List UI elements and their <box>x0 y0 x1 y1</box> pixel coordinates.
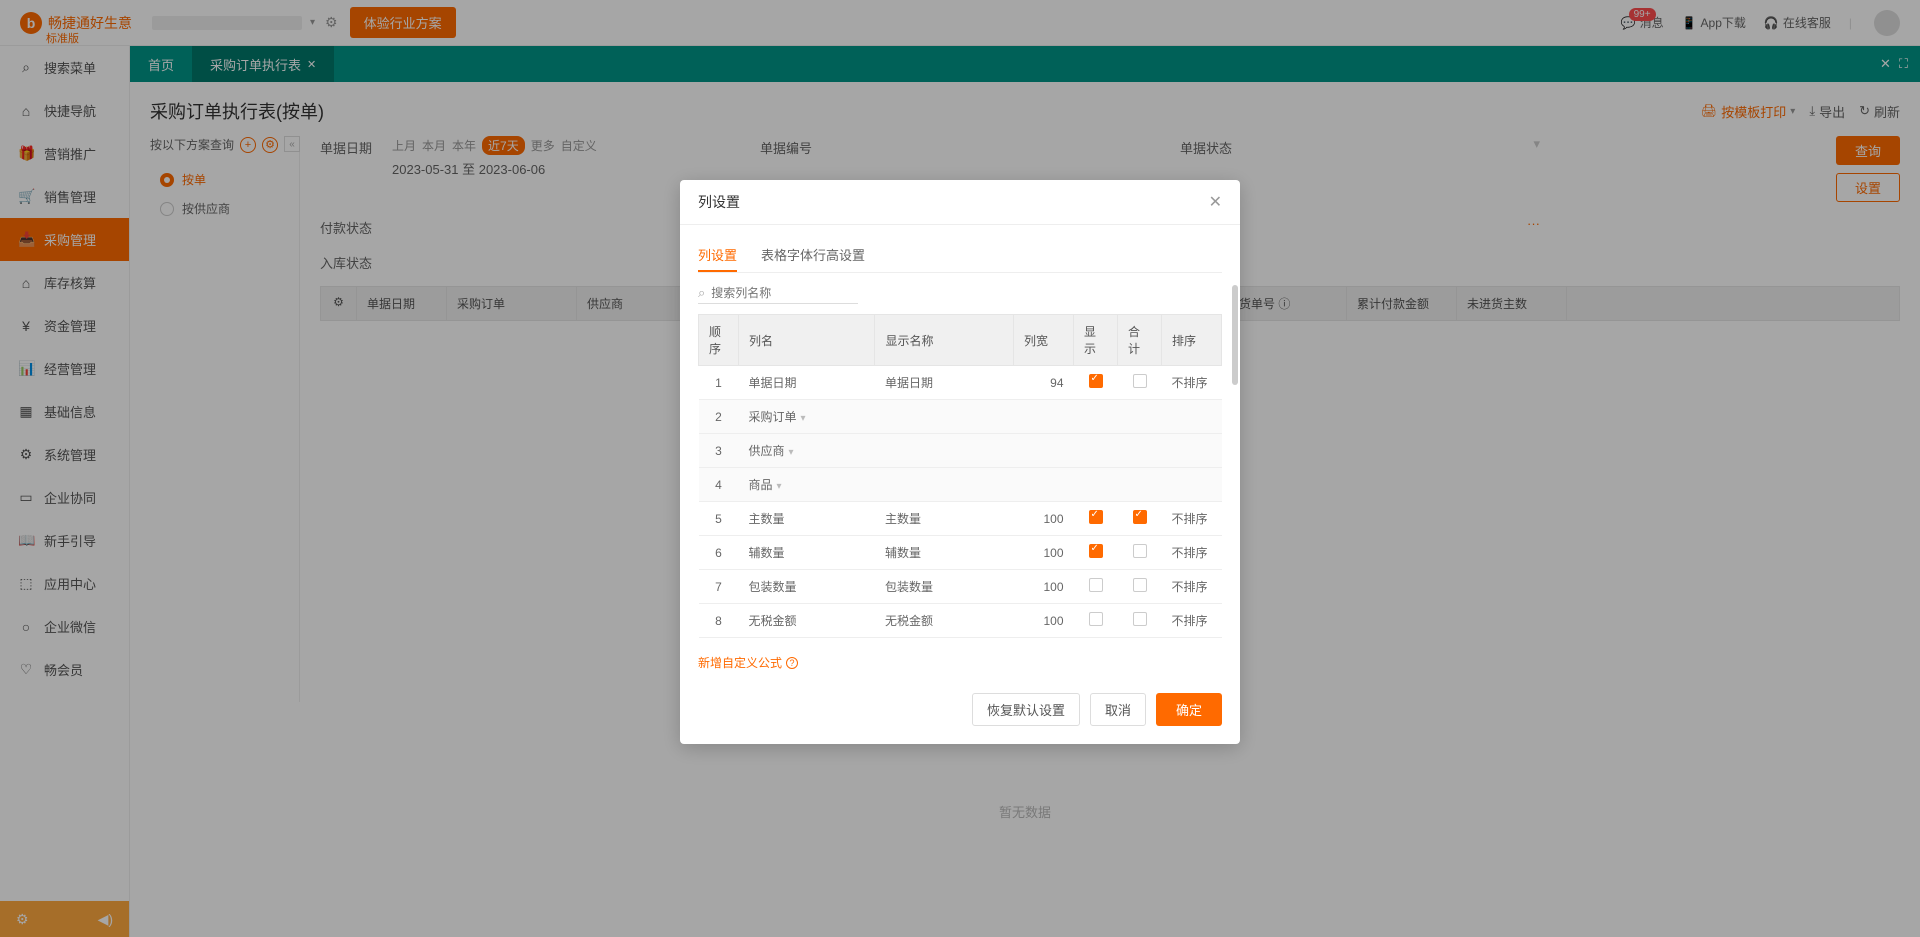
row-display[interactable]: 无税金额 <box>875 604 1014 638</box>
column-search: ⌕ <box>698 285 858 304</box>
row-index: 3 <box>699 434 739 468</box>
row-width[interactable]: 100 <box>1014 570 1074 604</box>
th-name: 列名 <box>739 315 875 366</box>
column-settings-modal: 列设置 ✕ 列设置表格字体行高设置 ⌕ 顺序 列名 显示名称 列宽 显示 合计 <box>680 180 1240 744</box>
th-sum: 合计 <box>1118 315 1162 366</box>
th-sort: 排序 <box>1162 315 1222 366</box>
row-index: 8 <box>699 604 739 638</box>
row-index: 7 <box>699 570 739 604</box>
modal-title: 列设置 <box>698 192 740 212</box>
cancel-button[interactable]: 取消 <box>1090 693 1146 726</box>
row-name[interactable]: 采购订单▾ <box>739 400 1222 434</box>
th-index: 顺序 <box>699 315 739 366</box>
modal-overlay: 列设置 ✕ 列设置表格字体行高设置 ⌕ 顺序 列名 显示名称 列宽 显示 合计 <box>0 0 1920 937</box>
row-sort[interactable]: 不排序 <box>1162 604 1222 638</box>
show-checkbox[interactable] <box>1089 374 1103 388</box>
row-name[interactable]: 供应商▾ <box>739 434 1222 468</box>
row-display[interactable]: 单据日期 <box>875 366 1014 400</box>
info-icon: ? <box>786 657 798 669</box>
column-config-table: 顺序 列名 显示名称 列宽 显示 合计 排序 1 单据日期 单据日期 94 不排… <box>698 314 1222 638</box>
show-checkbox[interactable] <box>1089 578 1103 592</box>
row-width[interactable]: 100 <box>1014 604 1074 638</box>
row-width[interactable]: 100 <box>1014 502 1074 536</box>
modal-tab[interactable]: 列设置 <box>698 239 737 272</box>
row-name: 包装数量 <box>739 570 875 604</box>
show-checkbox[interactable] <box>1089 544 1103 558</box>
row-name: 单据日期 <box>739 366 875 400</box>
row-index: 1 <box>699 366 739 400</box>
row-name: 主数量 <box>739 502 875 536</box>
row-display[interactable]: 主数量 <box>875 502 1014 536</box>
th-width: 列宽 <box>1014 315 1074 366</box>
chevron-down-icon: ▾ <box>801 413 806 424</box>
row-name[interactable]: 商品▾ <box>739 468 1222 502</box>
row-sort[interactable]: 不排序 <box>1162 502 1222 536</box>
row-sort[interactable]: 不排序 <box>1162 536 1222 570</box>
row-index: 2 <box>699 400 739 434</box>
restore-defaults-button[interactable]: 恢复默认设置 <box>972 693 1080 726</box>
sum-checkbox[interactable] <box>1133 612 1147 626</box>
th-show: 显示 <box>1074 315 1118 366</box>
column-config-row: 3供应商▾ <box>699 434 1222 468</box>
close-icon[interactable]: ✕ <box>1209 192 1222 212</box>
confirm-button[interactable]: 确定 <box>1156 693 1222 726</box>
row-width[interactable]: 94 <box>1014 366 1074 400</box>
chevron-down-icon: ▾ <box>777 481 782 492</box>
sum-checkbox[interactable] <box>1133 578 1147 592</box>
row-width[interactable]: 100 <box>1014 536 1074 570</box>
add-formula-label: 新增自定义公式 <box>698 654 782 671</box>
modal-tab[interactable]: 表格字体行高设置 <box>761 239 865 272</box>
sum-checkbox[interactable] <box>1133 510 1147 524</box>
row-sort[interactable]: 不排序 <box>1162 570 1222 604</box>
row-display[interactable]: 辅数量 <box>875 536 1014 570</box>
row-index: 4 <box>699 468 739 502</box>
column-search-input[interactable] <box>711 286 841 300</box>
row-name: 无税金额 <box>739 604 875 638</box>
row-index: 6 <box>699 536 739 570</box>
th-display: 显示名称 <box>875 315 1014 366</box>
column-config-row: 8 无税金额 无税金额 100 不排序 <box>699 604 1222 638</box>
scrollbar-thumb[interactable] <box>1232 285 1238 385</box>
row-sort[interactable]: 不排序 <box>1162 366 1222 400</box>
column-config-row: 1 单据日期 单据日期 94 不排序 <box>699 366 1222 400</box>
chevron-down-icon: ▾ <box>789 447 794 458</box>
column-config-row: 2采购订单▾ <box>699 400 1222 434</box>
column-config-row: 7 包装数量 包装数量 100 不排序 <box>699 570 1222 604</box>
sum-checkbox[interactable] <box>1133 374 1147 388</box>
row-name: 辅数量 <box>739 536 875 570</box>
column-config-row: 6 辅数量 辅数量 100 不排序 <box>699 536 1222 570</box>
show-checkbox[interactable] <box>1089 612 1103 626</box>
row-index: 5 <box>699 502 739 536</box>
sum-checkbox[interactable] <box>1133 544 1147 558</box>
column-config-row: 5 主数量 主数量 100 不排序 <box>699 502 1222 536</box>
row-display[interactable]: 包装数量 <box>875 570 1014 604</box>
column-config-row: 4商品▾ <box>699 468 1222 502</box>
add-formula-link[interactable]: 新增自定义公式 ? <box>698 654 1222 671</box>
search-icon: ⌕ <box>698 285 705 301</box>
show-checkbox[interactable] <box>1089 510 1103 524</box>
